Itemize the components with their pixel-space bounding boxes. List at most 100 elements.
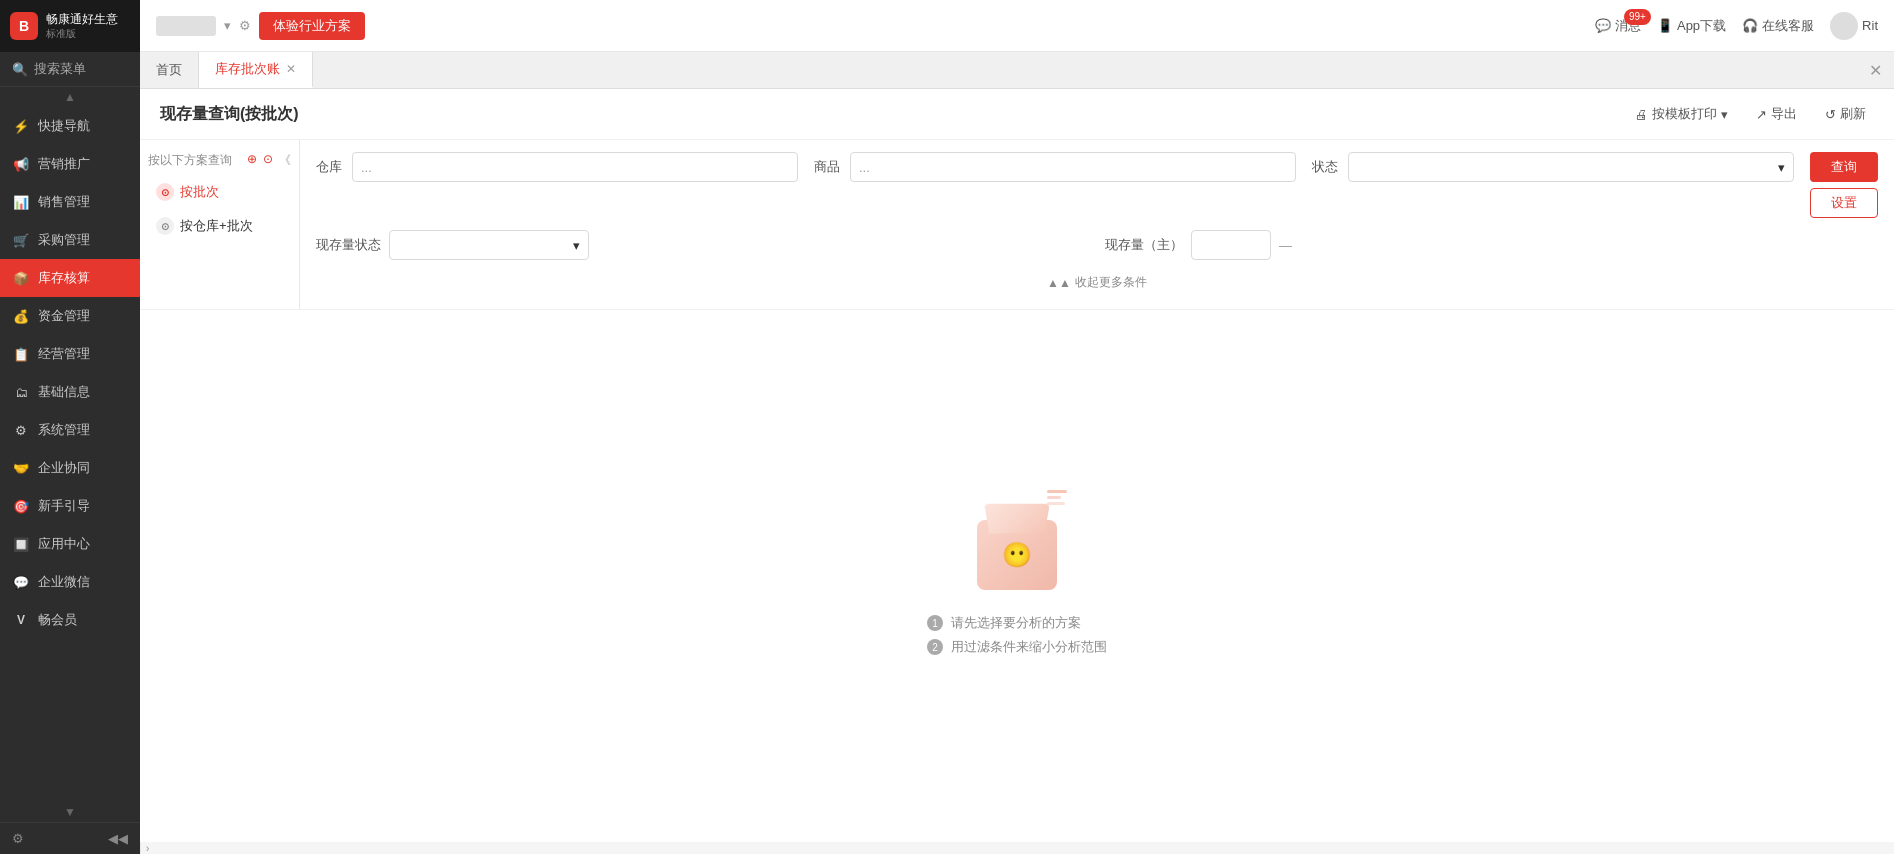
refresh-button[interactable]: ↺ 刷新 — [1817, 101, 1874, 127]
enterprise-icon: 🤝 — [12, 459, 30, 477]
warehouse-more-icon: ... — [361, 160, 372, 175]
tab-close-icon[interactable]: ✕ — [286, 62, 296, 76]
empty-tips: 1 请先选择要分析的方案 2 用过滤条件来缩小分析范围 — [927, 614, 1107, 662]
sidebar-scroll-down[interactable]: ▼ — [0, 802, 140, 822]
app-download-button[interactable]: 📱 App下载 — [1657, 17, 1726, 35]
manage-scheme-icon[interactable]: ⊙ — [263, 152, 273, 169]
topbar-breadcrumb — [156, 16, 216, 36]
right-collapse-handle[interactable]: › — [140, 842, 154, 854]
stock-status-select[interactable]: ▾ — [389, 230, 589, 260]
refresh-icon: ↺ — [1825, 107, 1836, 122]
purchase-icon: 🛒 — [12, 231, 30, 249]
collapse-up-icon: ▲▲ — [1047, 276, 1071, 290]
scheme-label-warehouse-batch: 按仓库+批次 — [180, 217, 253, 235]
sidebar-item-inventory[interactable]: 📦 库存核算 — [0, 259, 140, 297]
sidebar-item-label: 系统管理 — [38, 421, 90, 439]
sidebar-search[interactable]: 🔍 搜索菜单 — [0, 52, 140, 87]
marketing-icon: 📢 — [12, 155, 30, 173]
settings-icon[interactable]: ⚙ — [12, 831, 24, 846]
scheme-item-batch[interactable]: ⊙ 按批次 — [148, 177, 291, 207]
sidebar-item-purchase[interactable]: 🛒 采购管理 — [0, 221, 140, 259]
app-info: 畅康通好生意 标准版 — [46, 11, 118, 42]
finance-icon: 💰 — [12, 307, 30, 325]
tip-num-1: 1 — [927, 615, 943, 631]
vip-icon: V — [12, 611, 30, 629]
filter-panel: 按以下方案查询 ⊕ ⊙ 《 ⊙ 按批次 ⊙ 按仓库+批次 — [140, 140, 1894, 310]
username: Rit — [1862, 18, 1878, 33]
sidebar-item-shortcut[interactable]: ⚡ 快捷导航 — [0, 107, 140, 145]
sidebar-item-basic[interactable]: 🗂 基础信息 — [0, 373, 140, 411]
sidebar-item-label: 快捷导航 — [38, 117, 90, 135]
app-title: 畅康通好生意 — [46, 11, 118, 28]
filter-sidebar-title-text: 按以下方案查询 — [148, 152, 232, 169]
sidebar-item-vip[interactable]: V 畅会员 — [0, 601, 140, 639]
filter-main: 仓库 ... 商品 ... 状态 — [300, 140, 1894, 309]
filter-field-warehouse: 仓库 ... — [316, 152, 798, 182]
sidebar-item-guide[interactable]: 🎯 新手引导 — [0, 487, 140, 525]
tip-num-2: 2 — [927, 639, 943, 655]
message-button[interactable]: 💬 消息 99+ — [1595, 17, 1641, 35]
message-icon: 💬 — [1595, 18, 1611, 33]
goods-more-icon: ... — [859, 160, 870, 175]
tip-text-1: 请先选择要分析的方案 — [951, 614, 1081, 632]
filter-collapse-button[interactable]: 《 — [279, 152, 291, 169]
print-label: 按模板打印 — [1652, 105, 1717, 123]
tab-batch-account[interactable]: 库存批次账 ✕ — [199, 52, 313, 88]
stock-qty-from[interactable] — [1191, 230, 1271, 260]
shortcut-icon: ⚡ — [12, 117, 30, 135]
settings-button[interactable]: 设置 — [1810, 188, 1878, 218]
print-arrow-icon: ▾ — [1721, 107, 1728, 122]
sidebar-item-label: 畅会员 — [38, 611, 77, 629]
sidebar-collapse-icon[interactable]: ◀◀ — [108, 831, 128, 846]
empty-smoke — [1047, 490, 1067, 505]
filter-sidebar-title: 按以下方案查询 ⊕ ⊙ 《 — [148, 152, 291, 169]
topbar: ▾ ⚙ 体验行业方案 💬 消息 99+ 📱 App下载 🎧 在线客服 Rit — [140, 0, 1894, 52]
sidebar-footer: ⚙ ◀◀ — [0, 822, 140, 854]
avatar — [1830, 12, 1858, 40]
sidebar-item-operations[interactable]: 📋 经营管理 — [0, 335, 140, 373]
status-label: 状态 — [1312, 158, 1340, 176]
scheme-item-warehouse-batch[interactable]: ⊙ 按仓库+批次 — [148, 211, 291, 241]
topbar-settings-icon[interactable]: ⚙ — [239, 18, 251, 33]
basic-icon: 🗂 — [12, 383, 30, 401]
warehouse-input[interactable]: ... — [352, 152, 798, 182]
sidebar-item-enterprise[interactable]: 🤝 企业协同 — [0, 449, 140, 487]
sidebar-header: B 畅康通好生意 标准版 — [0, 0, 140, 52]
search-icon: 🔍 — [12, 62, 28, 77]
print-button[interactable]: 🖨 按模板打印 ▾ — [1627, 101, 1736, 127]
sidebar-item-system[interactable]: ⚙ 系统管理 — [0, 411, 140, 449]
trial-button[interactable]: 体验行业方案 — [259, 12, 365, 40]
sidebar-scroll-up[interactable]: ▲ — [0, 87, 140, 107]
sidebar-item-label: 经营管理 — [38, 345, 90, 363]
user-profile[interactable]: Rit — [1830, 12, 1878, 40]
goods-input[interactable]: ... — [850, 152, 1296, 182]
sidebar-item-label: 企业微信 — [38, 573, 90, 591]
sidebar-item-sales[interactable]: 📊 销售管理 — [0, 183, 140, 221]
empty-tip-2: 2 用过滤条件来缩小分析范围 — [927, 638, 1107, 656]
sidebar-item-marketing[interactable]: 📢 营销推广 — [0, 145, 140, 183]
status-select[interactable]: ▾ — [1348, 152, 1794, 182]
filter-buttons: 查询 设置 — [1810, 152, 1878, 218]
add-scheme-icon[interactable]: ⊕ — [247, 152, 257, 169]
sidebar-item-appstore[interactable]: 🔲 应用中心 — [0, 525, 140, 563]
sidebar-item-wechat[interactable]: 💬 企业微信 — [0, 563, 140, 601]
sidebar-item-label: 采购管理 — [38, 231, 90, 249]
sidebar-item-finance[interactable]: 💰 资金管理 — [0, 297, 140, 335]
tabs-bar: 首页 库存批次账 ✕ ✕ — [140, 52, 1894, 89]
stock-qty-label: 现存量（主） — [1105, 236, 1183, 254]
export-button[interactable]: ↗ 导出 — [1748, 101, 1805, 127]
topbar-dropdown-icon[interactable]: ▾ — [224, 18, 231, 33]
empty-illustration: 😶 — [957, 490, 1077, 590]
sidebar-item-label: 应用中心 — [38, 535, 90, 553]
collapse-more-button[interactable]: ▲▲ 收起更多条件 — [316, 268, 1878, 297]
inventory-icon: 📦 — [12, 269, 30, 287]
query-button[interactable]: 查询 — [1810, 152, 1878, 182]
online-service-icon: 🎧 — [1742, 18, 1758, 33]
online-service-button[interactable]: 🎧 在线客服 — [1742, 17, 1814, 35]
tabs-close-all-button[interactable]: ✕ — [1857, 61, 1894, 80]
tab-home[interactable]: 首页 — [140, 52, 199, 88]
topbar-right: 💬 消息 99+ 📱 App下载 🎧 在线客服 Rit — [1595, 12, 1878, 40]
scheme-icon-warehouse-batch: ⊙ — [156, 217, 174, 235]
filter-row-2: 现存量状态 ▾ 现存量（主） — — [316, 230, 1878, 260]
app-subtitle: 标准版 — [46, 27, 118, 41]
